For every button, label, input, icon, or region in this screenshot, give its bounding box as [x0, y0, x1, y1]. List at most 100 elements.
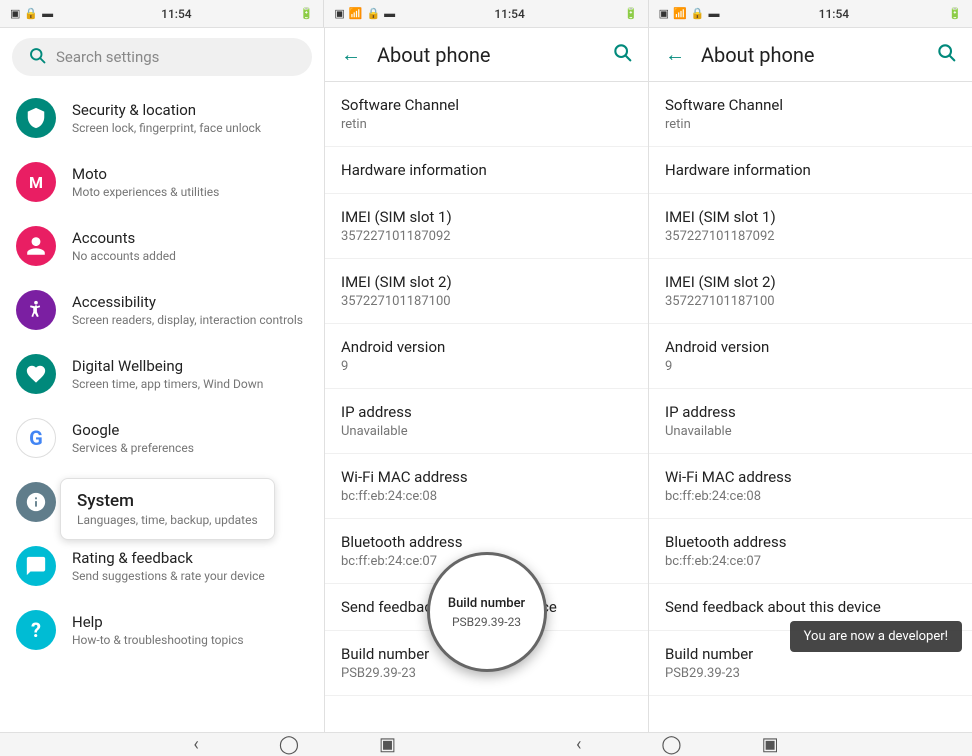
- right-panel-header: ← About phone: [649, 28, 972, 82]
- middle-bluetooth-title: Bluetooth address: [341, 533, 632, 551]
- middle-wifi-mac[interactable]: Wi-Fi MAC address bc:ff:eb:24:ce:08: [325, 454, 648, 519]
- sidebar-item-help[interactable]: ? Help How-to & troubleshooting topics: [0, 598, 324, 662]
- nav-recents[interactable]: ▣: [379, 734, 396, 755]
- middle-search-button[interactable]: [612, 42, 632, 67]
- developer-toast: You are now a developer!: [790, 621, 962, 652]
- right-wifi-sub: bc:ff:eb:24:ce:08: [665, 489, 956, 504]
- shield-icon: 🔒: [24, 7, 38, 20]
- middle-wifi-sub: bc:ff:eb:24:ce:08: [341, 489, 632, 504]
- sim-icon: ▣: [10, 7, 20, 20]
- accessibility-text: Accessibility Screen readers, display, i…: [72, 293, 308, 327]
- shield-icon-mid: 🔒: [366, 7, 380, 20]
- right-bluetooth-title: Bluetooth address: [665, 533, 956, 551]
- right-imei2[interactable]: IMEI (SIM slot 2) 357227101187100: [649, 259, 972, 324]
- help-text: Help How-to & troubleshooting topics: [72, 613, 308, 647]
- signal-icon-mid: 📶: [349, 7, 363, 20]
- right-imei1-sub: 357227101187092: [665, 229, 956, 244]
- system-tooltip-subtitle: Languages, time, backup, updates: [77, 513, 258, 527]
- moto-icon: M: [16, 162, 56, 202]
- sidebar-item-moto[interactable]: M Moto Moto experiences & utilities: [0, 150, 324, 214]
- middle-imei1-sub: 357227101187092: [341, 229, 632, 244]
- middle-android-title: Android version: [341, 338, 632, 356]
- moto-title: Moto: [72, 165, 308, 183]
- system-item-wrapper: System Languages, time, backup, updates …: [0, 470, 324, 534]
- right-about-panel: ← About phone Software Channel retin Har…: [649, 28, 972, 732]
- sidebar-item-security[interactable]: Security & location Screen lock, fingerp…: [0, 86, 324, 150]
- middle-imei1-title: IMEI (SIM slot 1): [341, 208, 632, 226]
- right-imei2-sub: 357227101187100: [665, 294, 956, 309]
- status-section-left: ▣ 🔒 ▬ 11:54 🔋: [0, 0, 324, 27]
- battery-right-left: 🔋: [300, 7, 314, 20]
- right-imei2-title: IMEI (SIM slot 2): [665, 273, 956, 291]
- sidebar-item-accounts[interactable]: Accounts No accounts added: [0, 214, 324, 278]
- middle-software-channel-sub: retin: [341, 117, 632, 132]
- security-subtitle: Screen lock, fingerprint, face unlock: [72, 121, 308, 135]
- middle-hardware-info[interactable]: Hardware information: [325, 147, 648, 194]
- moto-subtitle: Moto experiences & utilities: [72, 185, 308, 199]
- google-title: Google: [72, 421, 308, 439]
- build-number-circle: Build number PSB29.39-23: [427, 552, 547, 672]
- nav-recents-right[interactable]: ▣: [762, 734, 779, 755]
- sidebar-item-accessibility[interactable]: Accessibility Screen readers, display, i…: [0, 278, 324, 342]
- settings-list: Security & location Screen lock, fingerp…: [0, 86, 324, 732]
- right-search-button[interactable]: [936, 42, 956, 67]
- middle-software-channel-title: Software Channel: [341, 96, 632, 114]
- status-icons-right: ▣ 📶 🔒 ▬: [659, 7, 720, 20]
- wellbeing-text: Digital Wellbeing Screen time, app timer…: [72, 357, 308, 391]
- right-back-button[interactable]: ←: [665, 42, 685, 67]
- nav-home[interactable]: ◯: [279, 734, 299, 755]
- notif-icon-mid: ▬: [384, 7, 395, 20]
- status-icons-left: ▣ 🔒 ▬: [10, 7, 53, 20]
- accounts-title: Accounts: [72, 229, 308, 247]
- nav-home-right[interactable]: ◯: [661, 734, 681, 755]
- help-icon: ?: [16, 610, 56, 650]
- accessibility-icon: [16, 290, 56, 330]
- feedback-text: Rating & feedback Send suggestions & rat…: [72, 549, 308, 583]
- search-bar[interactable]: Search settings: [12, 38, 312, 76]
- middle-imei2-title: IMEI (SIM slot 2): [341, 273, 632, 291]
- right-software-channel-sub: retin: [665, 117, 956, 132]
- system-tooltip: System Languages, time, backup, updates: [60, 478, 275, 540]
- middle-imei2[interactable]: IMEI (SIM slot 2) 357227101187100: [325, 259, 648, 324]
- middle-software-channel[interactable]: Software Channel retin: [325, 82, 648, 147]
- battery-mid: 🔋: [624, 7, 638, 20]
- help-subtitle: How-to & troubleshooting topics: [72, 633, 308, 647]
- system-tooltip-title: System: [77, 491, 258, 511]
- time-mid: 11:54: [494, 7, 524, 21]
- build-circle-value: PSB29.39-23: [452, 615, 521, 629]
- middle-android-version[interactable]: Android version 9: [325, 324, 648, 389]
- feedback-title: Rating & feedback: [72, 549, 308, 567]
- right-hardware-info[interactable]: Hardware information: [649, 147, 972, 194]
- right-hardware-title: Hardware information: [665, 161, 956, 179]
- google-icon: G: [16, 418, 56, 458]
- right-software-channel[interactable]: Software Channel retin: [649, 82, 972, 147]
- middle-hardware-title: Hardware information: [341, 161, 632, 179]
- wellbeing-icon: [16, 354, 56, 394]
- right-bluetooth[interactable]: Bluetooth address bc:ff:eb:24:ce:07: [649, 519, 972, 584]
- right-android-version[interactable]: Android version 9: [649, 324, 972, 389]
- middle-back-button[interactable]: ←: [341, 42, 361, 67]
- time-left: 11:54: [161, 7, 191, 21]
- sidebar-item-google[interactable]: G Google Services & preferences: [0, 406, 324, 470]
- sidebar-item-wellbeing[interactable]: Digital Wellbeing Screen time, app timer…: [0, 342, 324, 406]
- right-android-sub: 9: [665, 359, 956, 374]
- middle-ip-address[interactable]: IP address Unavailable: [325, 389, 648, 454]
- right-software-channel-title: Software Channel: [665, 96, 956, 114]
- middle-panel-container: Software Channel retin Hardware informat…: [325, 82, 648, 732]
- right-imei1[interactable]: IMEI (SIM slot 1) 357227101187092: [649, 194, 972, 259]
- wellbeing-subtitle: Screen time, app timers, Wind Down: [72, 377, 308, 391]
- middle-ip-title: IP address: [341, 403, 632, 421]
- sidebar-item-feedback[interactable]: Rating & feedback Send suggestions & rat…: [0, 534, 324, 598]
- sim-icon-right: ▣: [659, 7, 669, 20]
- security-title: Security & location: [72, 101, 308, 119]
- nav-bar: ‹ ◯ ▣ ‹ ◯ ▣: [0, 732, 972, 756]
- google-text: Google Services & preferences: [72, 421, 308, 455]
- right-ip-address[interactable]: IP address Unavailable: [649, 389, 972, 454]
- right-build-sub: PSB29.39-23: [665, 666, 956, 681]
- middle-imei1[interactable]: IMEI (SIM slot 1) 357227101187092: [325, 194, 648, 259]
- right-android-title: Android version: [665, 338, 956, 356]
- nav-back[interactable]: ‹: [193, 734, 198, 755]
- middle-imei2-sub: 357227101187100: [341, 294, 632, 309]
- right-wifi-mac[interactable]: Wi-Fi MAC address bc:ff:eb:24:ce:08: [649, 454, 972, 519]
- nav-back-right[interactable]: ‹: [576, 734, 581, 755]
